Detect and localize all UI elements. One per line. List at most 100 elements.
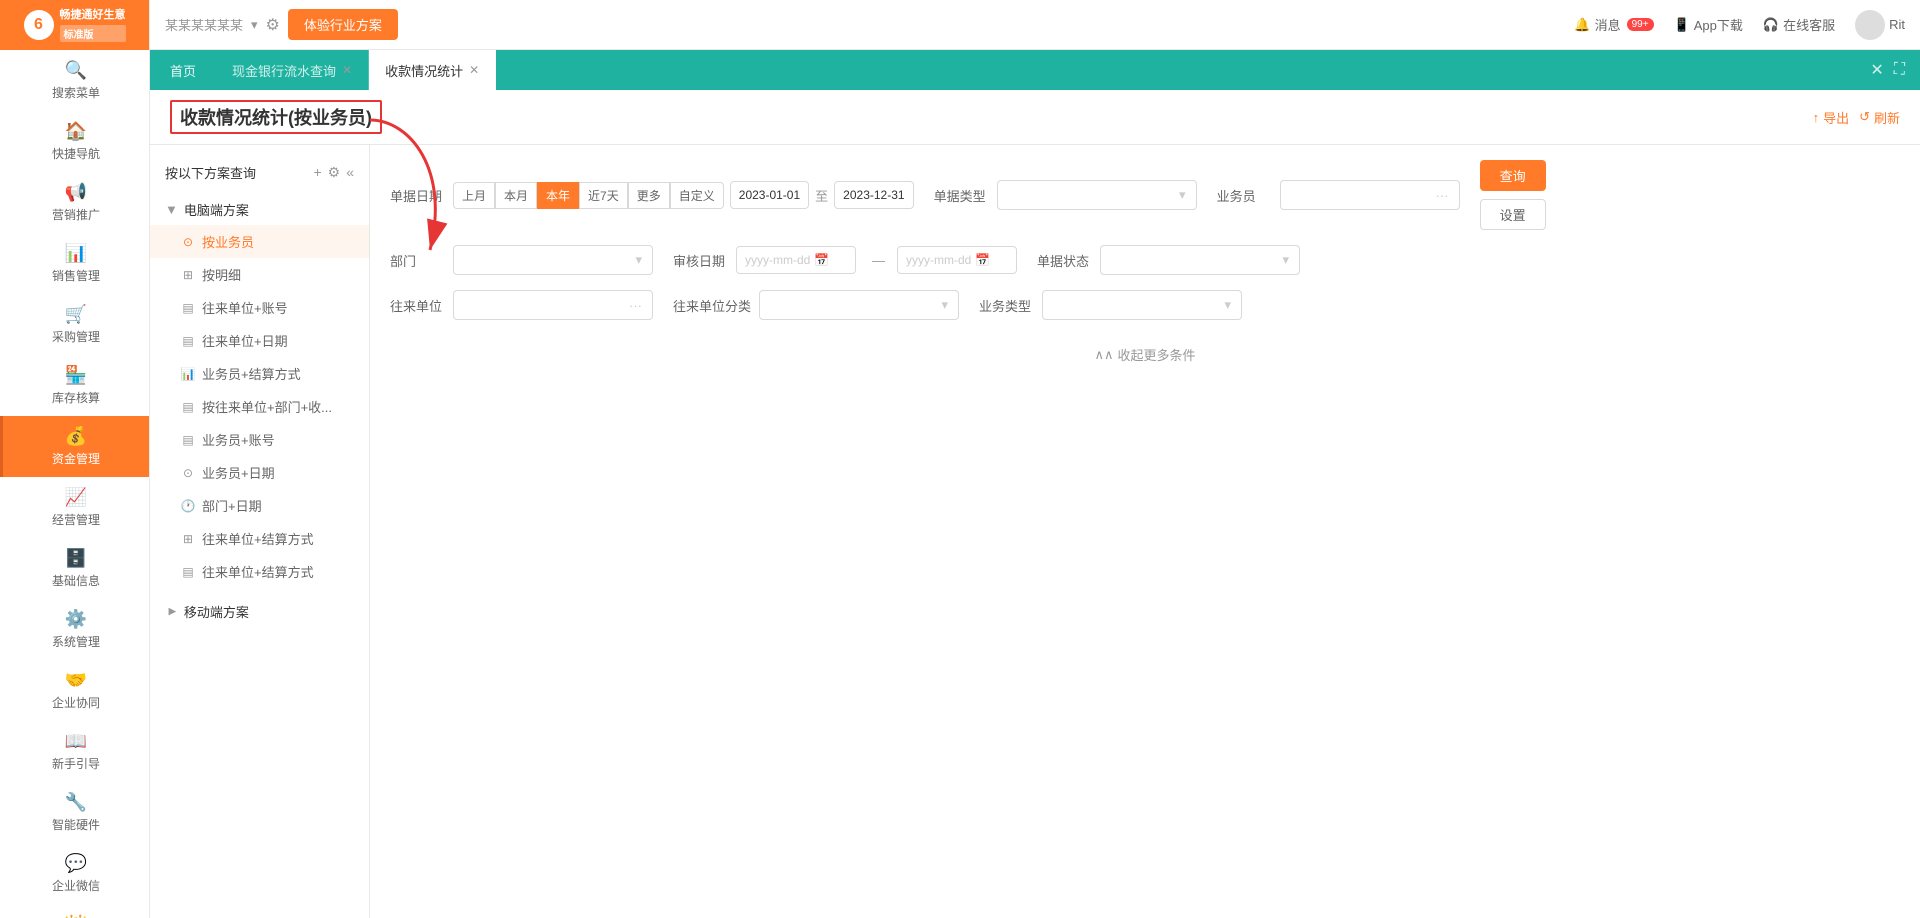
tab-collection-stats[interactable]: 收款情况统计 ✕	[369, 50, 496, 90]
tab-maximize-icon[interactable]: ⛶	[1894, 61, 1905, 79]
scheme-item-staff-account[interactable]: ▤ 业务员+账号	[150, 423, 369, 456]
tab-cashflow[interactable]: 现金银行流水查询 ✕	[216, 50, 369, 90]
partner-class-filter-dropdown[interactable]: ▾	[759, 290, 959, 320]
nav-icon: 🏠	[65, 121, 87, 142]
sidebar-item-search[interactable]: 🔍 搜索菜单	[0, 50, 149, 111]
tab-home[interactable]: 首页	[150, 61, 216, 80]
scheme-group-desktop-header[interactable]: ▼ 电脑端方案	[150, 194, 369, 225]
review-from-input[interactable]: yyyy-mm-dd 📅	[736, 246, 856, 274]
trial-btn[interactable]: 体验行业方案	[288, 9, 398, 40]
app-logo: 6 畅捷通好生意 标准版	[0, 0, 149, 50]
sidebar-item-sales[interactable]: 📊 销售管理	[0, 233, 149, 294]
sidebar-item-system[interactable]: ⚙️ 系统管理	[0, 599, 149, 660]
query-btn[interactable]: 查询	[1480, 160, 1546, 191]
content-area: 按以下方案查询 + ⚙ « ▼ 电脑端方案 ⊙ 按业务员 ⊞	[150, 145, 1920, 918]
scheme-group-mobile-header[interactable]: ▼ 移动端方案	[150, 596, 369, 627]
page-actions: ↑ 导出 ↺ 刷新	[1813, 108, 1900, 127]
filter-row-2: 部门 ▾ 审核日期 yyyy-mm-dd 📅 — yyyy-mm-dd	[390, 245, 1900, 275]
date-tab-this-month[interactable]: 本月	[495, 182, 537, 209]
scheme-item-partner-settlement2[interactable]: ▤ 往来单位+结算方式	[150, 555, 369, 588]
sidebar: 6 畅捷通好生意 标准版 🔍 搜索菜单 🏠 快捷导航 📢 营销推广 📊 销售管理…	[0, 0, 150, 918]
filter-row-1: 单据日期 上月 本月 本年 近7天 更多 自定义 2023-01-01	[390, 160, 1900, 230]
scheme-item-detail[interactable]: ⊞ 按明细	[150, 258, 369, 291]
staff-more-icon[interactable]: ···	[1436, 188, 1449, 203]
scheme-settings-btn[interactable]: ⚙	[328, 164, 341, 181]
scheme-item-staff-date[interactable]: ⊙ 业务员+日期	[150, 456, 369, 489]
sidebar-item-marketing[interactable]: 📢 营销推广	[0, 172, 149, 233]
date-tab-more[interactable]: 更多	[628, 182, 670, 209]
purchase-icon: 🛒	[65, 304, 87, 325]
filter-type-item: 单据类型 ▾	[934, 180, 1197, 210]
export-btn[interactable]: ↑ 导出	[1813, 108, 1850, 127]
scheme-add-btn[interactable]: +	[313, 164, 321, 181]
scheme-item-partner-account[interactable]: ▤ 往来单位+账号	[150, 291, 369, 324]
app-download-btn[interactable]: 📱 App下载	[1674, 15, 1743, 34]
review-to-input[interactable]: yyyy-mm-dd 📅	[897, 246, 1017, 274]
dept-filter-dropdown[interactable]: ▾	[453, 245, 653, 275]
user-avatar	[1855, 10, 1885, 40]
header-settings-btn[interactable]: ⚙	[266, 15, 280, 35]
column-settings-btn[interactable]: 设置	[1480, 199, 1546, 230]
scheme-collapse-btn[interactable]: «	[346, 164, 354, 181]
scheme-item-partner-settlement1[interactable]: ⊞ 往来单位+结算方式	[150, 522, 369, 555]
type-filter-dropdown[interactable]: ▾	[997, 180, 1197, 210]
tab-cashflow-close[interactable]: ✕	[342, 63, 352, 77]
scheme-item-dept-date[interactable]: 🕐 部门+日期	[150, 489, 369, 522]
header-dropdown-btn[interactable]: ▾	[251, 17, 258, 33]
scheme-item-6-icon: ▤	[180, 432, 196, 448]
sidebar-item-guide[interactable]: 📖 新手引导	[0, 721, 149, 782]
scheme-item-0-label: 按业务员	[202, 232, 254, 251]
sidebar-item-wechat[interactable]: 💬 企业微信	[0, 843, 149, 904]
date-tab-last-month[interactable]: 上月	[453, 182, 495, 209]
review-from-placeholder: yyyy-mm-dd	[745, 253, 810, 267]
sidebar-item-basic[interactable]: 🗄️ 基础信息	[0, 538, 149, 599]
scheme-item-partner-date[interactable]: ▤ 往来单位+日期	[150, 324, 369, 357]
sidebar-item-nav[interactable]: 🏠 快捷导航	[0, 111, 149, 172]
tab-close-all-icon[interactable]: ✕	[1870, 60, 1883, 80]
messages-btn[interactable]: 🔔 消息 99+	[1574, 15, 1653, 34]
staff-filter-dropdown[interactable]: ···	[1280, 180, 1460, 210]
sidebar-item-member[interactable]: 👑 畅会员	[0, 904, 149, 918]
scheme-item-staff-payment[interactable]: 📊 业务员+结算方式	[150, 357, 369, 390]
refresh-icon: ↺	[1859, 109, 1870, 125]
collapse-icon: ∧∧	[1094, 347, 1113, 363]
scheme-item-1-icon: ⊞	[180, 267, 196, 283]
partner-more-icon[interactable]: ···	[629, 298, 642, 313]
collapse-more-btn[interactable]: ∧∧ 收起更多条件	[390, 335, 1900, 374]
sidebar-item-enterprise-label: 企业协同	[52, 694, 100, 711]
sidebar-item-inventory[interactable]: 🏪 库存核算	[0, 355, 149, 416]
scheme-group-mobile-label: 移动端方案	[184, 602, 249, 621]
sidebar-item-enterprise[interactable]: 🤝 企业协同	[0, 660, 149, 721]
filter-panel: 单据日期 上月 本月 本年 近7天 更多 自定义 2023-01-01	[370, 145, 1920, 918]
scheme-item-staff[interactable]: ⊙ 按业务员	[150, 225, 369, 258]
date-from-input[interactable]: 2023-01-01	[730, 181, 809, 209]
marketing-icon: 📢	[65, 182, 87, 203]
date-tab-7days[interactable]: 近7天	[579, 182, 628, 209]
sidebar-item-purchase[interactable]: 🛒 采购管理	[0, 294, 149, 355]
filter-actions: 查询 设置	[1480, 160, 1546, 230]
sidebar-item-hardware[interactable]: 🔧 智能硬件	[0, 782, 149, 843]
date-to-input[interactable]: 2023-12-31	[834, 181, 913, 209]
sidebar-item-operation[interactable]: 📈 经营管理	[0, 477, 149, 538]
date-tab-custom[interactable]: 自定义	[670, 182, 724, 209]
sidebar-item-finance[interactable]: 💰 资金管理	[0, 416, 149, 477]
dept-dropdown-arrow: ▾	[635, 252, 642, 268]
scheme-item-10-icon: ▤	[180, 564, 196, 580]
refresh-btn[interactable]: ↺ 刷新	[1859, 108, 1900, 127]
tab-collection-close[interactable]: ✕	[469, 63, 479, 77]
user-menu[interactable]: Rit	[1855, 10, 1905, 40]
scheme-item-partner-dept[interactable]: ▤ 按往来单位+部门+收...	[150, 390, 369, 423]
filter-review-item: 审核日期 yyyy-mm-dd 📅 — yyyy-mm-dd 📅	[673, 246, 1017, 274]
status-filter-dropdown[interactable]: ▾	[1100, 245, 1300, 275]
scheme-item-7-label: 业务员+日期	[202, 463, 275, 482]
partner-filter-dropdown[interactable]: ···	[453, 290, 653, 320]
group-arrow-icon: ▼	[165, 202, 178, 217]
app-name: 畅捷通好生意	[60, 8, 126, 22]
sidebar-item-nav-label: 快捷导航	[52, 145, 100, 162]
date-tab-this-year[interactable]: 本年	[537, 182, 579, 209]
customer-service-btn[interactable]: 🎧 在线客服	[1763, 15, 1835, 34]
date-range: 上月 本月 本年 近7天 更多 自定义 2023-01-01 至 2023-	[453, 181, 914, 209]
biz-type-filter-dropdown[interactable]: ▾	[1042, 290, 1242, 320]
finance-icon: 💰	[65, 426, 87, 447]
partner-filter-label: 往来单位	[390, 296, 445, 315]
